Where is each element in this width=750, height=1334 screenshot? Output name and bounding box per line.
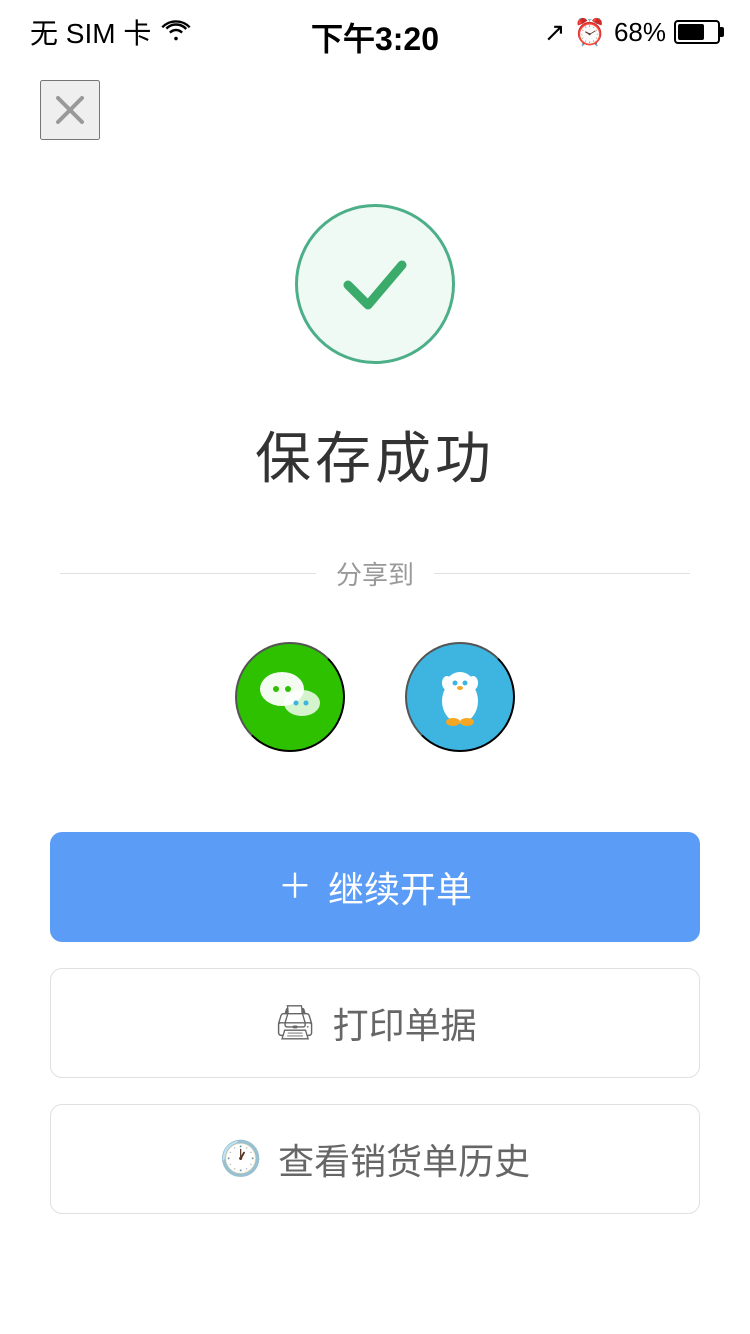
checkmark-icon — [330, 237, 420, 332]
status-left: 无 SIM 卡 — [30, 12, 191, 52]
location-icon: ↗ — [544, 17, 566, 48]
status-bar: 无 SIM 卡 下午3:20 ↗ ⏰ 68% — [0, 0, 750, 64]
share-label: 分享到 — [336, 555, 414, 592]
success-circle — [295, 204, 455, 364]
battery-percent: 68% — [614, 17, 666, 48]
success-title: 保存成功 — [255, 414, 495, 495]
main-content: 保存成功 分享到 — [0, 64, 750, 1214]
plus-icon: ＋ — [278, 870, 312, 904]
wifi-icon — [161, 16, 191, 48]
share-divider: 分享到 — [0, 555, 750, 592]
action-buttons: ＋ 继续开单 🖨 打印单据 🕐 查看销货单历史 — [0, 832, 750, 1214]
history-label: 查看销货单历史 — [278, 1133, 530, 1185]
wechat-share-button[interactable] — [235, 642, 345, 752]
history-button[interactable]: 🕐 查看销货单历史 — [50, 1104, 700, 1214]
status-right: ↗ ⏰ 68% — [544, 17, 720, 48]
divider-line-right — [434, 573, 690, 574]
continue-button[interactable]: ＋ 继续开单 — [50, 832, 700, 942]
close-button[interactable] — [40, 80, 100, 140]
alarm-icon: ⏰ — [574, 17, 606, 48]
clock-icon: 🕐 — [220, 1142, 262, 1176]
print-label: 打印单据 — [333, 997, 477, 1049]
status-time: 下午3:20 — [311, 14, 439, 60]
divider-line-left — [60, 573, 316, 574]
continue-label: 继续开单 — [328, 861, 472, 913]
carrier-text: 无 SIM 卡 — [30, 12, 151, 52]
print-button[interactable]: 🖨 打印单据 — [50, 968, 700, 1078]
share-icons — [235, 642, 515, 752]
print-icon: 🖨 — [273, 1006, 316, 1040]
qq-share-button[interactable] — [405, 642, 515, 752]
battery-icon — [674, 20, 720, 44]
